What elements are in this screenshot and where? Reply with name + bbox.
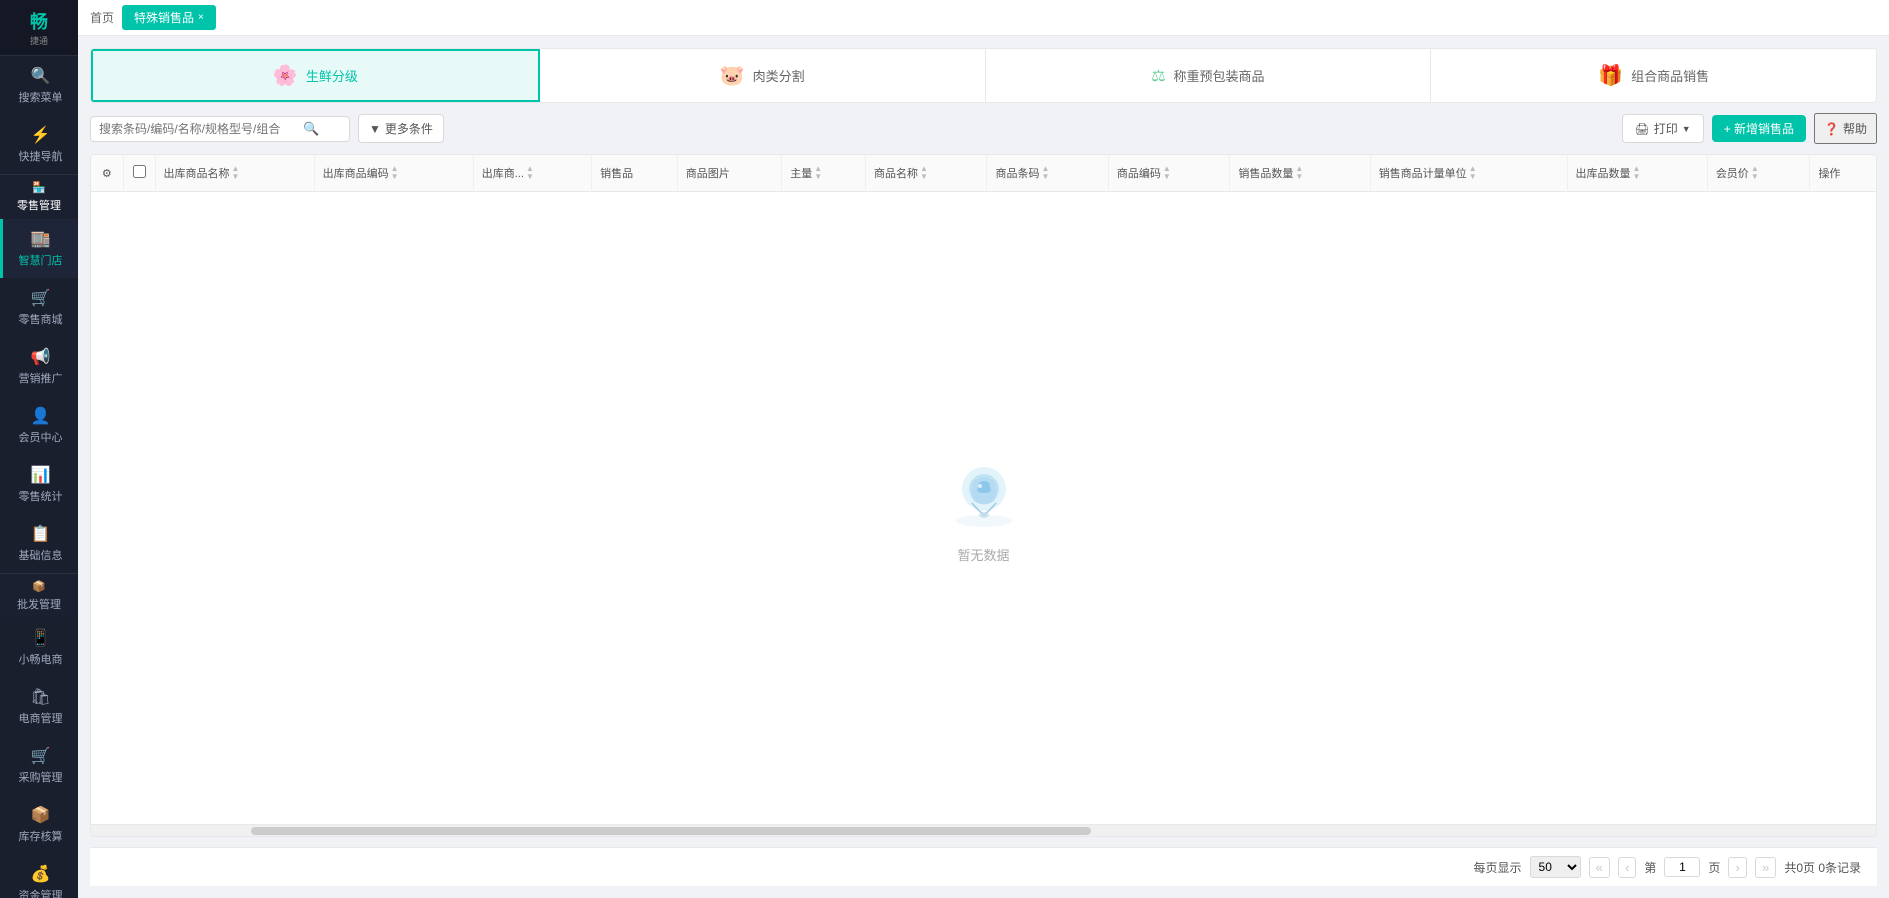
print-button[interactable]: 🖨 打印 ▼ (1622, 114, 1704, 143)
combo-tab-icon: 🎁 (1598, 63, 1623, 88)
tab-meat[interactable]: 🐷 肉类分割 (540, 49, 986, 102)
active-tab[interactable]: 特殊销售品 × (122, 5, 216, 30)
per-page-select[interactable]: 50 10 20 100 (1530, 856, 1581, 878)
col-settings[interactable]: ⚙ (91, 155, 123, 192)
col-weight: 主量 ▲▼ (782, 155, 866, 192)
toolbar-left: 🔍 ▼ 更多条件 (90, 114, 444, 143)
sidebar-item-smartstore[interactable]: 🏬 智慧门店 (0, 219, 78, 278)
store-icon: 🏬 (31, 229, 51, 249)
finance-icon: 💰 (31, 864, 51, 884)
printer-icon: 🖨 (1635, 122, 1650, 136)
sidebar-item-search[interactable]: 🔍 搜索菜单 (0, 56, 78, 115)
search-box: 🔍 (90, 116, 350, 142)
tab-fresh[interactable]: 🌸 生鲜分级 (91, 49, 540, 102)
sidebar-item-retailmall[interactable]: 🛒 零售商城 (0, 278, 78, 337)
first-page-button[interactable]: « (1589, 857, 1610, 878)
filter-button[interactable]: ▼ 更多条件 (358, 114, 444, 143)
sidebar-item-marketing[interactable]: 📢 营销推广 (0, 337, 78, 396)
horizontal-scrollbar[interactable] (91, 824, 1876, 836)
col-itemcode: 商品编码 ▲▼ (1108, 155, 1229, 192)
col-outspec: 出库商... ▲▼ (473, 155, 591, 192)
data-table: ⚙ 出库商品名称 ▲▼ 出库 (91, 155, 1876, 192)
scrollbar-thumb[interactable] (251, 827, 1091, 835)
sidebar-item-minishop[interactable]: 📱 小畅电商 (0, 618, 78, 677)
main-content: 首页 特殊销售品 × 🌸 生鲜分级 🐷 肉类分割 ⚖ 称重预包装商品 🎁 组合商… (78, 0, 1889, 898)
topnav: 首页 特殊销售品 × (78, 0, 1889, 36)
col-salesunit: 销售商品计量单位 ▲▼ (1370, 155, 1567, 192)
sidebar-item-wholesale[interactable]: 📦 批发管理 (0, 573, 78, 618)
phone-icon: 📱 (31, 628, 51, 648)
toolbar-right: 🖨 打印 ▼ + 新增销售品 ❓ 帮助 (1622, 113, 1877, 144)
sidebar-item-member[interactable]: 👤 会员中心 (0, 396, 78, 455)
home-link[interactable]: 首页 (90, 9, 114, 26)
empty-state: 暂无数据 (91, 192, 1876, 824)
help-icon: ❓ (1824, 122, 1839, 136)
col-checkbox[interactable] (123, 155, 155, 192)
col-outqty: 出库品数量 ▲▼ (1567, 155, 1707, 192)
print-dropdown-icon: ▼ (1682, 124, 1691, 134)
empty-text: 暂无数据 (957, 545, 1009, 564)
col-memberprice: 会员价 ▲▼ (1707, 155, 1810, 192)
page-input[interactable] (1664, 857, 1700, 877)
tab-weigh[interactable]: ⚖ 称重预包装商品 (986, 49, 1432, 102)
sidebar-item-retail[interactable]: 🏪 零售管理 (0, 174, 78, 219)
tab-bar: 🌸 生鲜分级 🐷 肉类分割 ⚖ 称重预包装商品 🎁 组合商品销售 (90, 48, 1877, 103)
member-icon: 👤 (31, 406, 51, 426)
col-outname: 出库商品名称 ▲▼ (155, 155, 314, 192)
inventory-icon: 📦 (31, 805, 51, 825)
meat-tab-icon: 🐷 (720, 63, 745, 88)
settings-col-icon: ⚙ (102, 168, 112, 180)
sidebar-item-ecommerce[interactable]: 🛍 电商管理 (0, 677, 78, 736)
retail-icon: 🏪 (32, 181, 46, 194)
empty-illustration (944, 453, 1024, 533)
search-input[interactable] (99, 122, 299, 136)
add-sales-item-button[interactable]: + 新增销售品 (1712, 115, 1806, 142)
search-icon: 🔍 (31, 66, 51, 86)
sidebar: 畅 捷通 🔍 搜索菜单 ⚡ 快捷导航 🏪 零售管理 🏬 智慧门店 🛒 零售商城 … (0, 0, 78, 898)
weigh-tab-icon: ⚖ (1151, 66, 1165, 86)
col-outcode: 出库商品编码 ▲▼ (314, 155, 473, 192)
sidebar-item-quicknav[interactable]: ⚡ 快捷导航 (0, 115, 78, 174)
sidebar-item-basicinfo[interactable]: 📋 基础信息 (0, 514, 78, 573)
col-salesqty: 销售品数量 ▲▼ (1230, 155, 1370, 192)
prev-page-button[interactable]: ‹ (1618, 857, 1636, 878)
marketing-icon: 📢 (31, 347, 51, 367)
select-all-checkbox[interactable] (133, 165, 146, 178)
stat-icon: 📊 (31, 465, 51, 485)
col-image: 商品图片 (677, 155, 781, 192)
wholesale-icon: 📦 (32, 580, 46, 593)
close-tab-button[interactable]: × (198, 12, 204, 23)
fresh-tab-icon: 🌸 (273, 63, 298, 88)
col-action: 操作 (1810, 155, 1876, 192)
col-salesitem: 销售品 (592, 155, 678, 192)
help-button[interactable]: ❓ 帮助 (1814, 113, 1877, 144)
sidebar-item-finance[interactable]: 💰 资金管理 (0, 854, 78, 898)
table-container: ⚙ 出库商品名称 ▲▼ 出库 (90, 154, 1877, 837)
col-barcode: 商品条码 ▲▼ (987, 155, 1108, 192)
pagination: 每页显示 50 10 20 100 « ‹ 第 页 › » 共0页 0条记录 (90, 847, 1877, 886)
tab-combo[interactable]: 🎁 组合商品销售 (1431, 49, 1876, 102)
filter-icon: ▼ (369, 122, 381, 136)
sidebar-item-retailstat[interactable]: 📊 零售统计 (0, 455, 78, 514)
info-icon: 📋 (31, 524, 51, 544)
total-info: 共0页 0条记录 (1784, 859, 1861, 876)
sidebar-item-inventory[interactable]: 📦 库存核算 (0, 795, 78, 854)
toolbar: 🔍 ▼ 更多条件 🖨 打印 ▼ + 新增销售品 ❓ 帮助 (90, 113, 1877, 144)
mall-icon: 🛒 (31, 288, 51, 308)
per-page-label: 每页显示 (1474, 859, 1522, 876)
page-label: 第 (1644, 859, 1656, 876)
purchase-icon: 🛒 (31, 746, 51, 766)
page-unit: 页 (1708, 859, 1720, 876)
sidebar-item-purchase[interactable]: 🛒 采购管理 (0, 736, 78, 795)
last-page-button[interactable]: » (1755, 857, 1776, 878)
search-icon[interactable]: 🔍 (303, 121, 319, 137)
next-page-button[interactable]: › (1728, 857, 1746, 878)
page-content: 🌸 生鲜分级 🐷 肉类分割 ⚖ 称重预包装商品 🎁 组合商品销售 🔍 (78, 36, 1889, 898)
ecommerce-icon: 🛍 (30, 687, 50, 707)
sidebar-logo: 畅 捷通 (0, 0, 78, 56)
lightning-icon: ⚡ (31, 125, 51, 145)
col-name: 商品名称 ▲▼ (865, 155, 986, 192)
